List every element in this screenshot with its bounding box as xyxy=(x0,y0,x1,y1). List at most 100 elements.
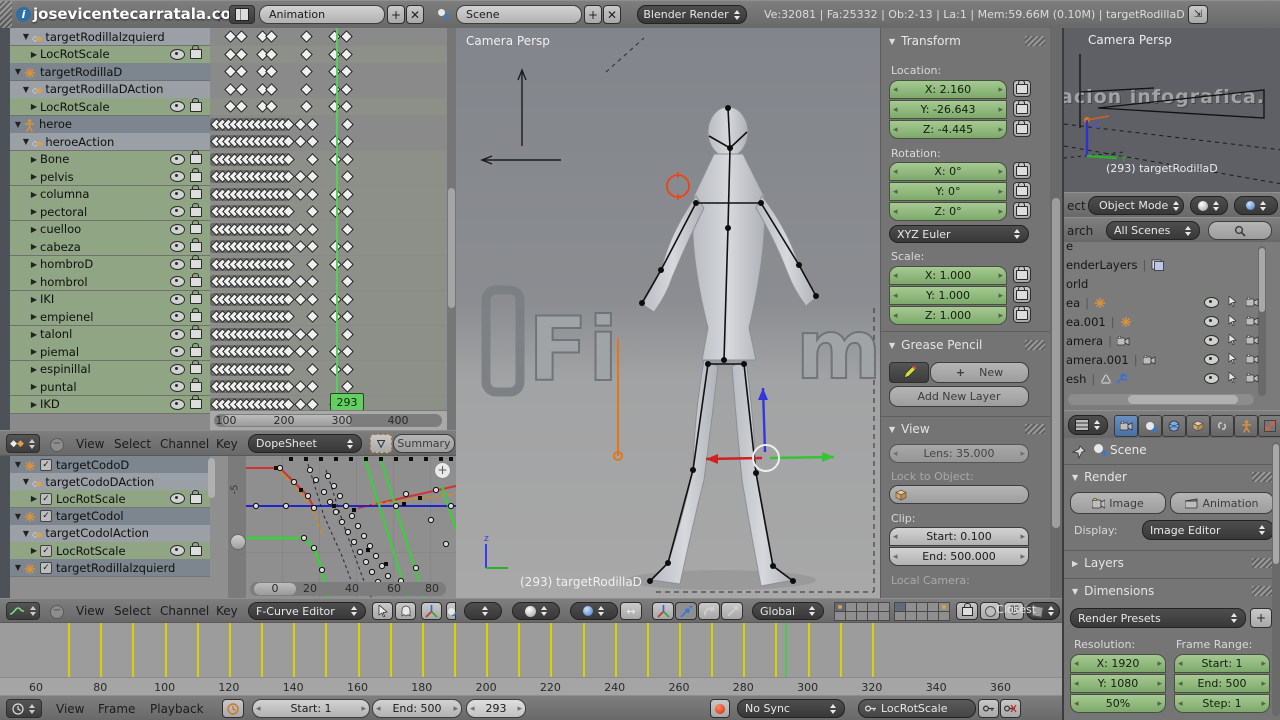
dope-key-row[interactable] xyxy=(210,133,448,150)
keyframe-diamond[interactable] xyxy=(340,65,353,78)
visibility-eye-icon[interactable] xyxy=(170,545,185,556)
tab-constraints[interactable] xyxy=(1210,415,1234,437)
close-scene-button[interactable]: ✕ xyxy=(603,5,621,24)
keyframe-diamond[interactable] xyxy=(294,345,307,358)
keyframe-diamond[interactable] xyxy=(306,397,319,411)
channel-checkbox[interactable]: ✓ xyxy=(40,458,52,471)
timeline-keyframe-line[interactable] xyxy=(228,623,231,677)
dope-menu-view[interactable]: View xyxy=(76,437,104,451)
keyframe-diamond[interactable] xyxy=(306,327,319,341)
keyframe-point[interactable] xyxy=(300,534,308,542)
tab-scene[interactable] xyxy=(1138,415,1162,437)
layers-grid-b[interactable] xyxy=(894,602,950,621)
keyframe-diamond[interactable] xyxy=(265,65,278,78)
timeline-menu-view[interactable]: View xyxy=(56,702,84,716)
timeline-keyframe-line[interactable] xyxy=(68,623,71,677)
timeline-keyframe-line[interactable] xyxy=(871,623,874,677)
visibility-eye-icon[interactable] xyxy=(1204,373,1219,384)
keyframe-diamond[interactable] xyxy=(306,380,319,393)
keyframe-diamond[interactable] xyxy=(306,222,319,236)
outliner-row-enderLayers[interactable]: enderLayers | xyxy=(1066,255,1256,274)
keyframe-diamond[interactable] xyxy=(340,82,353,96)
channel-checkbox[interactable]: ✓ xyxy=(40,510,52,523)
render-engine-dropdown[interactable]: Blender Render xyxy=(637,5,747,24)
render-animation-button[interactable]: Animation xyxy=(1170,492,1274,514)
dope-key-row[interactable] xyxy=(210,28,448,45)
frame-start-field[interactable]: ◂ Start: 1 ▸ xyxy=(252,699,370,718)
selectable-cursor-icon[interactable] xyxy=(1228,315,1237,326)
dope-menu-select[interactable]: Select xyxy=(114,437,151,451)
editor-type-timeline-icon[interactable] xyxy=(6,699,42,718)
scale-lock-button-0[interactable] xyxy=(1013,265,1031,283)
keyframe-point[interactable] xyxy=(342,502,350,510)
keyframe-diamond[interactable] xyxy=(341,292,354,306)
keyframe-point[interactable] xyxy=(306,466,314,474)
decrement-arrow[interactable]: ◂ xyxy=(890,167,901,177)
expand-down-icon[interactable]: ▼ xyxy=(12,460,24,469)
timeline-keyframe-line[interactable] xyxy=(100,623,103,677)
expand-down-icon[interactable]: ▼ xyxy=(12,563,24,572)
rotation-lock-button-0[interactable] xyxy=(1013,161,1031,179)
keyframe-diamond[interactable] xyxy=(294,275,307,288)
decrement-arrow[interactable]: ◂ xyxy=(890,187,901,197)
lock-to-scene-icon[interactable] xyxy=(956,602,978,620)
timeline-keyframe-line[interactable] xyxy=(550,623,553,677)
grease-pencil-panel-header[interactable]: ▼ Grease Pencil xyxy=(889,338,982,352)
rotation-lock-button-1[interactable] xyxy=(1013,181,1031,199)
panel-drag-widget[interactable] xyxy=(1252,472,1272,482)
layers-panel-header[interactable]: ▶ Layers xyxy=(1072,556,1124,570)
keyframe-point[interactable] xyxy=(432,486,440,494)
keyframe-point[interactable] xyxy=(282,502,290,510)
keyframe-diamond[interactable] xyxy=(265,100,278,113)
panel-drag-widget[interactable] xyxy=(1025,424,1045,434)
outliner-row-ea001[interactable]: ea.001 | xyxy=(1066,312,1259,331)
graph-mode-dropdown[interactable]: F-Curve Editor xyxy=(248,602,366,620)
keyframe-diamond[interactable] xyxy=(235,30,248,43)
decrement-arrow[interactable]: ◂ xyxy=(890,291,901,301)
keyframe-point[interactable] xyxy=(392,502,400,510)
timeline-keyframe-line[interactable] xyxy=(775,623,778,677)
tab-world[interactable] xyxy=(1162,415,1186,437)
scale-lock-button-2[interactable] xyxy=(1013,305,1031,323)
resolution-field-0[interactable]: ◂ X: 1920 ▸ xyxy=(1070,654,1166,673)
close-layout-button[interactable]: ✕ xyxy=(406,5,424,24)
outliner-hscrollbar-thumb[interactable] xyxy=(1128,395,1238,404)
dope-key-row[interactable] xyxy=(210,378,448,395)
keyframe-diamond[interactable] xyxy=(300,47,313,61)
keyframe-diamond[interactable] xyxy=(235,47,248,61)
increment-arrow[interactable]: ▸ xyxy=(995,271,1006,281)
channel-checkbox[interactable]: ✓ xyxy=(40,561,52,574)
timeline-keyframe-line[interactable] xyxy=(711,623,714,677)
keyframe-diamond[interactable] xyxy=(341,362,354,376)
decrement-arrow[interactable]: ◂ xyxy=(890,105,901,115)
manipulator-translate-icon[interactable] xyxy=(675,602,697,620)
increment-arrow[interactable]: ▸ xyxy=(995,85,1006,95)
cursor-select-icon[interactable] xyxy=(372,602,393,620)
rotation-field-2[interactable]: ◂ Z: 0° ▸ xyxy=(889,202,1007,221)
keyframe-point[interactable] xyxy=(336,492,344,500)
keyframe-diamond[interactable] xyxy=(328,30,341,43)
object-menu-remnant[interactable]: ect xyxy=(1067,199,1086,213)
keyframe-point[interactable] xyxy=(362,558,370,566)
timeline-keyframe-line[interactable] xyxy=(293,623,296,677)
viewport-shading-dropdown[interactable] xyxy=(512,602,560,620)
keyframe-point[interactable] xyxy=(368,568,376,576)
timeline-keyframe-line[interactable] xyxy=(132,623,135,677)
expand-down-icon[interactable]: ▼ xyxy=(20,529,32,538)
tab-data[interactable] xyxy=(1234,415,1258,437)
keyframe-diamond[interactable] xyxy=(235,82,248,96)
keyframe-diamond[interactable] xyxy=(306,117,319,131)
timeline-menu-frame[interactable]: Frame xyxy=(98,702,135,716)
props-vscrollbar[interactable] xyxy=(1272,442,1280,716)
dope-key-area[interactable] xyxy=(0,28,456,430)
keyframe-point[interactable] xyxy=(447,502,455,510)
keyframe-diamond[interactable] xyxy=(341,170,354,183)
keyframe-point[interactable] xyxy=(372,552,380,560)
transform-orientation-dropdown[interactable]: Global xyxy=(752,602,824,620)
dope-key-row[interactable] xyxy=(210,238,448,255)
panel-drag-widget[interactable] xyxy=(1252,558,1272,568)
keyframe-diamond[interactable] xyxy=(265,47,278,61)
resolution-field-2[interactable]: ◂ 50% ▸ xyxy=(1070,694,1166,713)
keyframe-diamond[interactable] xyxy=(341,380,354,393)
location-lock-button-1[interactable] xyxy=(1013,99,1031,117)
